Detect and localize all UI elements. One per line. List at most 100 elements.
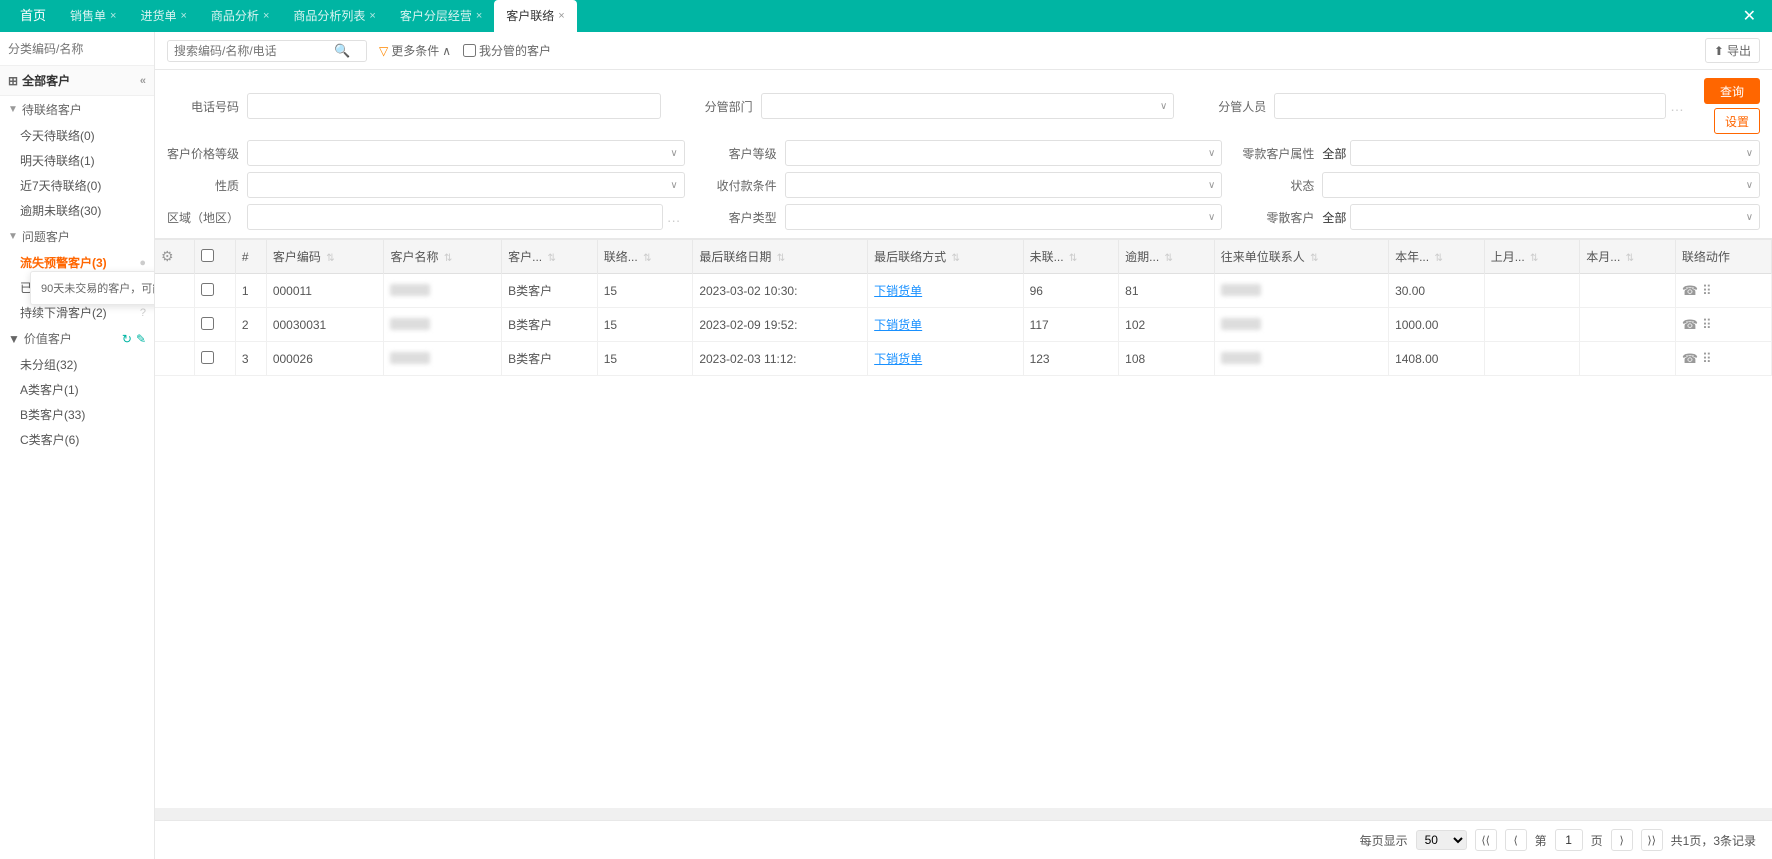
close-sales-tab[interactable]: × <box>110 0 116 32</box>
close-analysis-list-tab[interactable]: × <box>369 0 375 32</box>
sidebar-section-value[interactable]: ▼ 价值客户 ↻ ✎ <box>0 325 154 352</box>
settings-btn[interactable]: 设置 <box>1714 108 1760 134</box>
sidebar-collapse-btn[interactable]: « <box>140 75 146 87</box>
uncontacted-sort-icon[interactable]: ⇅ <box>1069 253 1077 264</box>
status-select[interactable]: ∨ <box>1322 172 1760 198</box>
more-filter-btn[interactable]: ▽ 更多条件 ∧ <box>375 40 455 61</box>
row-code: 000011 <box>266 274 384 308</box>
zero-attr-select[interactable]: ∨ <box>1350 140 1760 166</box>
row-select-checkbox[interactable] <box>201 283 214 296</box>
action-phone-icon[interactable]: ☎ <box>1682 317 1698 333</box>
all-customers-header[interactable]: ⊞ 全部客户 « <box>0 66 154 96</box>
sidebar-section-pending[interactable]: ▼ 待联络客户 <box>0 96 154 123</box>
zero-attr-dropdown-icon: ∨ <box>1746 148 1753 159</box>
action-more-icon[interactable]: ⠿ <box>1702 351 1712 367</box>
last-month-sort-icon[interactable]: ⇅ <box>1530 253 1538 264</box>
warning-help-icon[interactable]: ● <box>139 257 146 269</box>
per-page-select[interactable]: 50 20 100 <box>1416 830 1467 850</box>
decline-help-icon[interactable]: ? <box>140 307 146 319</box>
tab-analysis[interactable]: 商品分析 × <box>199 0 281 32</box>
tab-sales[interactable]: 销售单 × <box>58 0 128 32</box>
export-icon: ⬆ <box>1714 44 1724 58</box>
sidebar-item-overdue[interactable]: 逾期未联络(30) <box>0 198 154 223</box>
row-action: ☎ ⠿ <box>1675 308 1771 342</box>
customer-level-select[interactable]: ∨ <box>785 140 1223 166</box>
this-year-sort-icon[interactable]: ⇅ <box>1434 253 1442 264</box>
row-last-month <box>1484 308 1580 342</box>
first-page-btn[interactable]: ⟨⟨ <box>1475 829 1497 851</box>
sidebar-section-problem[interactable]: ▼ 问题客户 90天未交易的客户，可能有流失风险。 <box>0 223 154 250</box>
action-more-icon[interactable]: ⠿ <box>1702 283 1712 299</box>
tab-home[interactable]: 首页 <box>8 0 58 32</box>
refresh-icon[interactable]: ↻ <box>122 332 132 346</box>
row-select-checkbox[interactable] <box>201 351 214 364</box>
close-customer-tier-tab[interactable]: × <box>476 0 482 32</box>
person-input[interactable] <box>1274 93 1666 119</box>
region-input[interactable] <box>247 204 663 230</box>
sidebar-item-today[interactable]: 今天待联络(0) <box>0 123 154 148</box>
row-uncontacted: 117 <box>1023 308 1119 342</box>
payment-select[interactable]: ∨ <box>785 172 1223 198</box>
value-section-edit-icons: ↻ ✎ <box>122 332 146 346</box>
close-analysis-tab[interactable]: × <box>263 0 269 32</box>
horizontal-scrollbar[interactable] <box>155 808 1772 820</box>
page-input[interactable] <box>1555 829 1583 851</box>
last-date-sort-icon[interactable]: ⇅ <box>777 253 785 264</box>
action-phone-icon[interactable]: ☎ <box>1682 351 1698 367</box>
column-settings-icon[interactable]: ⚙ <box>161 248 174 264</box>
next-page-btn[interactable]: ⟩ <box>1611 829 1633 851</box>
th-contact-person: 往来单位联系人 ⇅ <box>1214 240 1388 274</box>
close-purchase-tab[interactable]: × <box>180 0 186 32</box>
prev-page-btn[interactable]: ⟨ <box>1505 829 1527 851</box>
filter-price-level: 客户价格等级 ∨ <box>167 140 685 166</box>
window-close-button[interactable]: ✕ <box>1735 6 1764 26</box>
last-page-btn[interactable]: ⟩⟩ <box>1641 829 1663 851</box>
gender-select[interactable]: ∨ <box>247 172 685 198</box>
tab-analysis-list[interactable]: 商品分析列表 × <box>281 0 387 32</box>
sidebar-item-c-class[interactable]: C类客户(6) <box>0 427 154 452</box>
my-customer-checkbox[interactable] <box>463 44 476 57</box>
price-level-select[interactable]: ∨ <box>247 140 685 166</box>
tab-purchase[interactable]: 进货单 × <box>128 0 198 32</box>
sidebar-item-a-class[interactable]: A类客户(1) <box>0 377 154 402</box>
code-sort-icon[interactable]: ⇅ <box>326 253 334 264</box>
name-sort-icon[interactable]: ⇅ <box>444 253 452 264</box>
pagination: 每页显示 50 20 100 ⟨⟨ ⟨ 第 页 ⟩ ⟩⟩ 共1页，3条记录 <box>155 820 1772 859</box>
sidebar-search-input[interactable] <box>8 42 155 56</box>
action-more-icon[interactable]: ⠿ <box>1702 317 1712 333</box>
type-sort-icon[interactable]: ⇅ <box>547 253 555 264</box>
search-input[interactable] <box>174 44 334 58</box>
person-dots-icon[interactable]: … <box>1666 98 1688 114</box>
close-customer-link-tab[interactable]: × <box>558 0 564 32</box>
row-last-method[interactable]: 下销货单 <box>868 308 1023 342</box>
dept-select[interactable]: ∨ <box>761 93 1175 119</box>
sidebar-item-ungroup[interactable]: 未分组(32) <box>0 352 154 377</box>
toolbar-search-icon[interactable]: 🔍 <box>334 43 350 59</box>
last-method-sort-icon[interactable]: ⇅ <box>952 253 960 264</box>
query-btn[interactable]: 查询 <box>1704 78 1760 104</box>
row-last-method[interactable]: 下销货单 <box>868 342 1023 376</box>
action-phone-icon[interactable]: ☎ <box>1682 283 1698 299</box>
sidebar-item-b-class[interactable]: B类客户(33) <box>0 402 154 427</box>
filter-customer-level: 客户等级 ∨ <box>705 140 1223 166</box>
sidebar-item-tomorrow[interactable]: 明天待联络(1) <box>0 148 154 173</box>
contact-person-sort-icon[interactable]: ⇅ <box>1310 253 1318 264</box>
row-uncontacted: 123 <box>1023 342 1119 376</box>
sidebar-item-week[interactable]: 近7天待联络(0) <box>0 173 154 198</box>
region-dots-icon[interactable]: … <box>663 209 685 225</box>
customer-type-select[interactable]: ∨ <box>785 204 1223 230</box>
contact-sort-icon[interactable]: ⇅ <box>643 253 651 264</box>
zero-customer-select[interactable]: ∨ <box>1350 204 1760 230</box>
row-last-method[interactable]: 下销货单 <box>868 274 1023 308</box>
edit-icon[interactable]: ✎ <box>136 332 146 346</box>
th-checkbox <box>194 240 235 274</box>
overdue-sort-icon[interactable]: ⇅ <box>1165 253 1173 264</box>
this-month-sort-icon[interactable]: ⇅ <box>1626 253 1634 264</box>
action-icons: ☎ ⠿ <box>1682 351 1765 367</box>
select-all-checkbox[interactable] <box>201 249 214 262</box>
phone-input[interactable] <box>247 93 661 119</box>
tab-customer-tier[interactable]: 客户分层经营 × <box>388 0 494 32</box>
row-select-checkbox[interactable] <box>201 317 214 330</box>
tab-customer-link[interactable]: 客户联络 × <box>494 0 576 32</box>
export-btn[interactable]: ⬆ 导出 <box>1705 38 1760 63</box>
